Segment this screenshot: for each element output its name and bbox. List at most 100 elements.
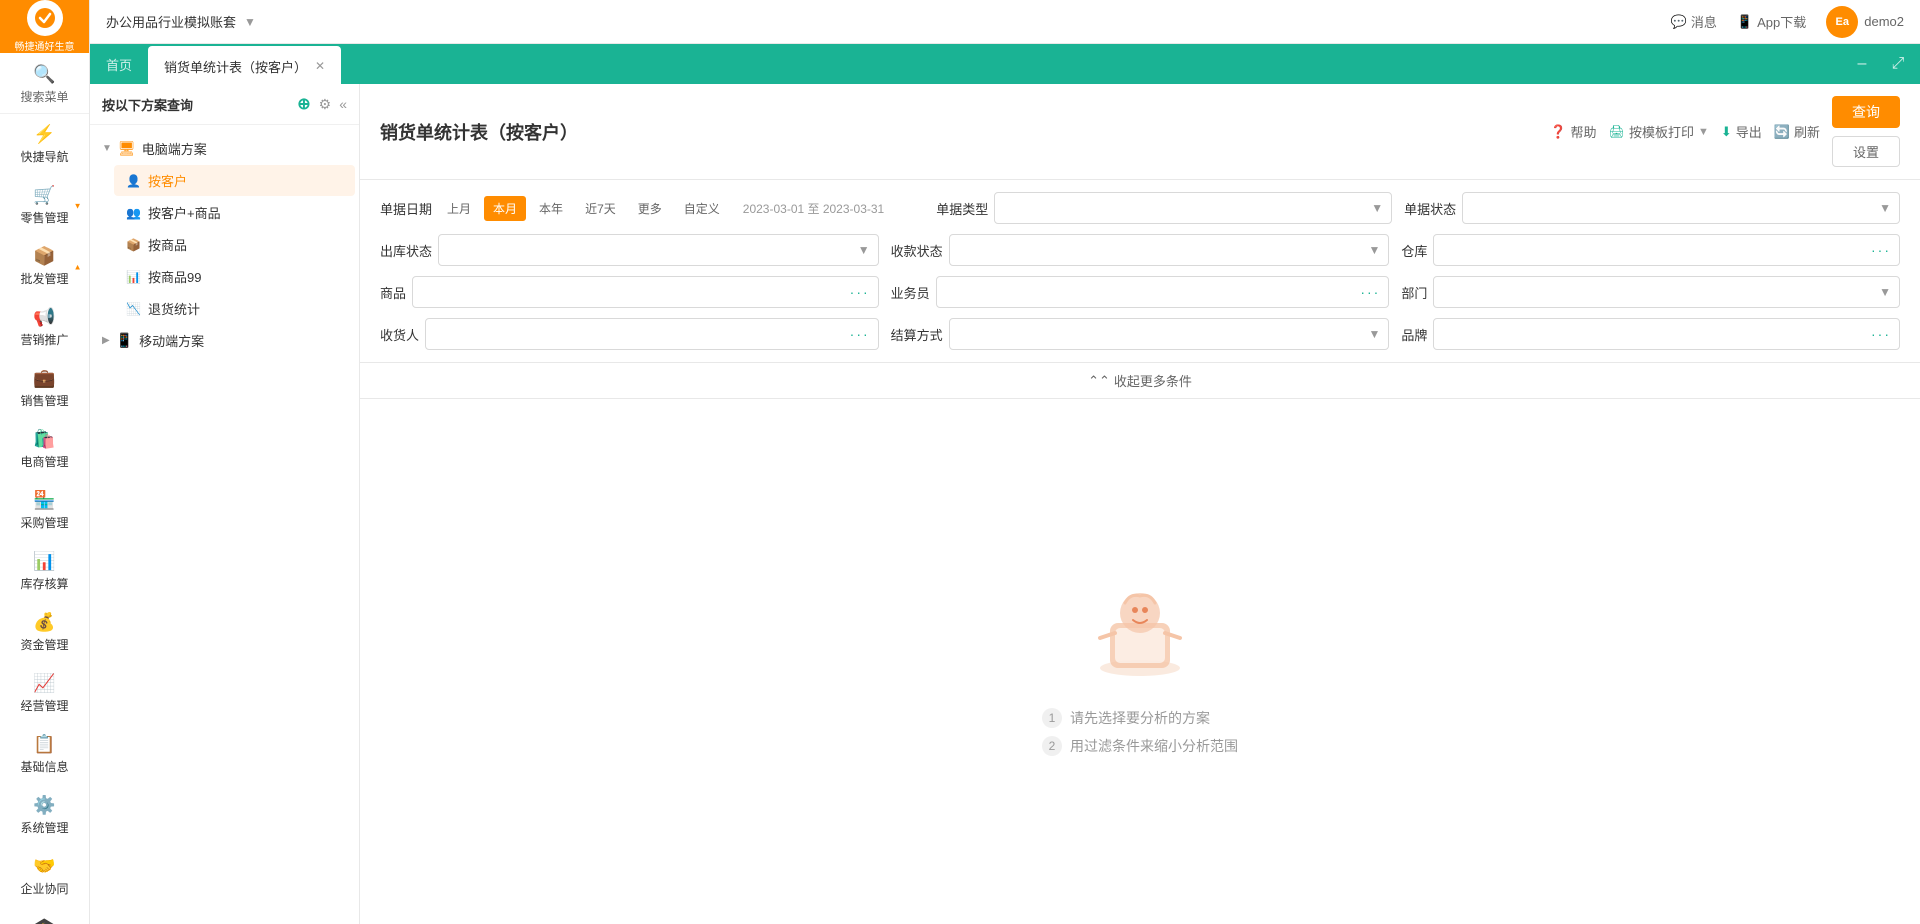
scheme-item-by-customer[interactable]: 👤 按客户 <box>114 165 355 196</box>
sidebar-item-purchase[interactable]: 🏪 采购管理 <box>0 480 90 541</box>
warehouse-control[interactable]: ··· <box>1433 234 1900 266</box>
tip-1-number: 1 <box>1042 708 1062 728</box>
scheme-item-by-product[interactable]: 📦 按商品 <box>114 229 355 260</box>
sidebar-item-inventory[interactable]: 📊 库存核算 <box>0 541 90 602</box>
scheme-collapse-button[interactable]: « <box>339 96 347 112</box>
mobile-folder-icon: 📱 <box>116 332 133 349</box>
quick-nav-icon: ⚡ <box>33 124 55 145</box>
scheme-group-desktop-title[interactable]: ▼ 🖥 电脑端方案 <box>90 133 359 164</box>
date-range: 2023-03-01 至 2023-03-31 <box>743 200 884 217</box>
empty-tips: 1 请先选择要分析的方案 2 用过滤条件来缩小分析范围 <box>1042 708 1238 756</box>
stock-out-control[interactable]: ▼ <box>438 234 879 266</box>
print-icon: 🖨 <box>1608 124 1625 140</box>
brand-label: 品牌 <box>1401 325 1427 344</box>
topbar-dropdown[interactable]: ▼ <box>244 15 256 29</box>
ecommerce-icon: 🛍️ <box>33 429 55 450</box>
marketing-icon: 📢 <box>33 307 55 328</box>
date-tab-last-7days[interactable]: 近7天 <box>576 196 625 221</box>
sidebar-item-marketing[interactable]: 📢 营销推广 <box>0 297 90 358</box>
goods-control[interactable]: ··· <box>412 276 879 308</box>
receipt-status-group: 收款状态 ▼ <box>891 234 1390 266</box>
tab-sales-stat[interactable]: 销货单统计表（按客户） ✕ <box>148 46 341 86</box>
help-action[interactable]: ❓ 帮助 <box>1550 122 1596 141</box>
empty-tip-1: 1 请先选择要分析的方案 <box>1042 708 1238 728</box>
query-actions: 查询 设置 <box>1832 96 1900 167</box>
tab-home[interactable]: 首页 <box>90 44 148 84</box>
order-type-group: 单据类型 ▼ <box>896 192 1392 224</box>
receiver-control[interactable]: ··· <box>425 318 879 350</box>
tab-maximize-button[interactable]: ⤢ <box>1884 50 1912 78</box>
scheme-item-label: 按客户+商品 <box>148 203 221 222</box>
scheme-items-desktop: 👤 按客户 👥 按客户+商品 📦 按商品 📊 <box>90 165 359 324</box>
group-desktop-label: 电脑端方案 <box>142 139 207 158</box>
collapse-button[interactable]: ⌃⌃ 收起更多条件 <box>1088 371 1192 390</box>
warehouse-label: 仓库 <box>1401 241 1427 260</box>
order-status-group: 单据状态 ▼ <box>1404 192 1900 224</box>
tab-sales-stat-label: 销货单统计表（按客户） <box>164 57 307 76</box>
date-tab-this-month[interactable]: 本月 <box>484 196 526 221</box>
purchase-icon: 🏪 <box>33 490 55 511</box>
receipt-status-control[interactable]: ▼ <box>949 234 1390 266</box>
settings-button[interactable]: 设置 <box>1832 136 1900 167</box>
sidebar-item-ecommerce[interactable]: 🛍️ 电商管理 <box>0 419 90 480</box>
date-tab-custom[interactable]: 自定义 <box>675 196 729 221</box>
empty-illustration <box>1080 568 1200 688</box>
brand-control[interactable]: ··· <box>1433 318 1900 350</box>
scheme-header-actions: ⊕ ⚙ « <box>297 94 347 114</box>
scheme-settings-button[interactable]: ⚙ <box>319 96 332 113</box>
goods-label: 商品 <box>380 283 406 302</box>
export-label: 导出 <box>1736 122 1762 141</box>
department-control[interactable]: ▼ <box>1433 276 1900 308</box>
app-download-action[interactable]: 📱 App下载 <box>1737 12 1806 31</box>
message-label: 消息 <box>1691 12 1717 31</box>
export-action[interactable]: ⬇ 导出 <box>1721 122 1762 141</box>
salesperson-control[interactable]: ··· <box>936 276 1390 308</box>
sidebar-item-cooperation[interactable]: 🤝 企业协同 <box>0 846 90 907</box>
print-dropdown-icon[interactable]: ▼ <box>1698 126 1709 138</box>
date-tab-this-year[interactable]: 本年 <box>530 196 572 221</box>
message-action[interactable]: 💬 消息 <box>1671 12 1717 31</box>
empty-tip-2: 2 用过滤条件来缩小分析范围 <box>1042 736 1238 756</box>
query-button[interactable]: 查询 <box>1832 96 1900 128</box>
sidebar-search[interactable]: 🔍 搜索菜单 <box>0 53 90 114</box>
tab-close-button[interactable]: ✕ <box>315 59 325 73</box>
sidebar-item-sales[interactable]: 💼 销售管理 <box>0 358 90 419</box>
date-tab-last-month[interactable]: 上月 <box>438 196 480 221</box>
sidebar-item-finance[interactable]: 💰 资金管理 <box>0 602 90 663</box>
receiver-label: 收货人 <box>380 325 419 344</box>
tip-1-text: 请先选择要分析的方案 <box>1070 708 1210 728</box>
page-title: 销货单统计表（按客户） <box>380 119 578 145</box>
tab-minimize-button[interactable]: – <box>1848 50 1876 78</box>
department-dropdown-icon: ▼ <box>1879 285 1891 299</box>
user-circle-icon: 👤 <box>126 174 142 188</box>
goods-group: 商品 ··· <box>380 276 879 308</box>
sidebar-item-retail[interactable]: 🛒 零售管理 <box>0 175 90 236</box>
scheme-item-return-stat[interactable]: 📉 退货统计 <box>114 293 355 324</box>
order-type-dropdown-icon: ▼ <box>1371 201 1383 215</box>
salesperson-dots: ··· <box>1360 284 1380 300</box>
topbar: 办公用品行业模拟账套 ▼ 💬 消息 📱 App下载 Ea demo2 <box>90 0 1920 44</box>
page-header-actions: ❓ 帮助 🖨 按模板打印 ▼ ⬇ 导出 🔄 刷新 <box>1550 96 1900 167</box>
print-label: 按模板打印 <box>1629 122 1694 141</box>
date-tab-more[interactable]: 更多 <box>629 196 671 221</box>
settlement-control[interactable]: ▼ <box>949 318 1390 350</box>
sidebar-item-wholesale[interactable]: 📦 批发管理 <box>0 236 90 297</box>
scheme-item-by-product-99[interactable]: 📊 按商品99 <box>114 261 355 292</box>
user-action[interactable]: Ea demo2 <box>1826 6 1904 38</box>
print-action[interactable]: 🖨 按模板打印 ▼ <box>1608 122 1708 141</box>
right-panel: 销货单统计表（按客户） ❓ 帮助 🖨 按模板打印 ▼ ⬇ 导出 <box>360 84 1920 924</box>
refresh-icon: 🔄 <box>1774 124 1790 140</box>
sidebar-item-operations[interactable]: 📈 经营管理 <box>0 663 90 724</box>
sidebar-item-quick-nav[interactable]: ⚡ 快捷导航 <box>0 114 90 175</box>
refresh-action[interactable]: 🔄 刷新 <box>1774 122 1820 141</box>
order-status-control[interactable]: ▼ <box>1462 192 1900 224</box>
sidebar-item-basic[interactable]: 📋 基础信息 <box>0 724 90 785</box>
scheme-add-button[interactable]: ⊕ <box>297 94 310 114</box>
scheme-item-by-customer-product[interactable]: 👥 按客户+商品 <box>114 197 355 228</box>
scheme-group-mobile-title[interactable]: ▶ 📱 移动端方案 <box>90 325 359 356</box>
sidebar-item-newbie[interactable]: 🎓 新手引导 <box>0 907 90 924</box>
tip-2-number: 2 <box>1042 736 1062 756</box>
sidebar-item-system[interactable]: ⚙️ 系统管理 <box>0 785 90 846</box>
sidebar: 畅捷通好生意 🔍 搜索菜单 ⚡ 快捷导航 🛒 零售管理 📦 批发管理 📢 营销推… <box>0 0 90 924</box>
order-type-control[interactable]: ▼ <box>994 192 1392 224</box>
